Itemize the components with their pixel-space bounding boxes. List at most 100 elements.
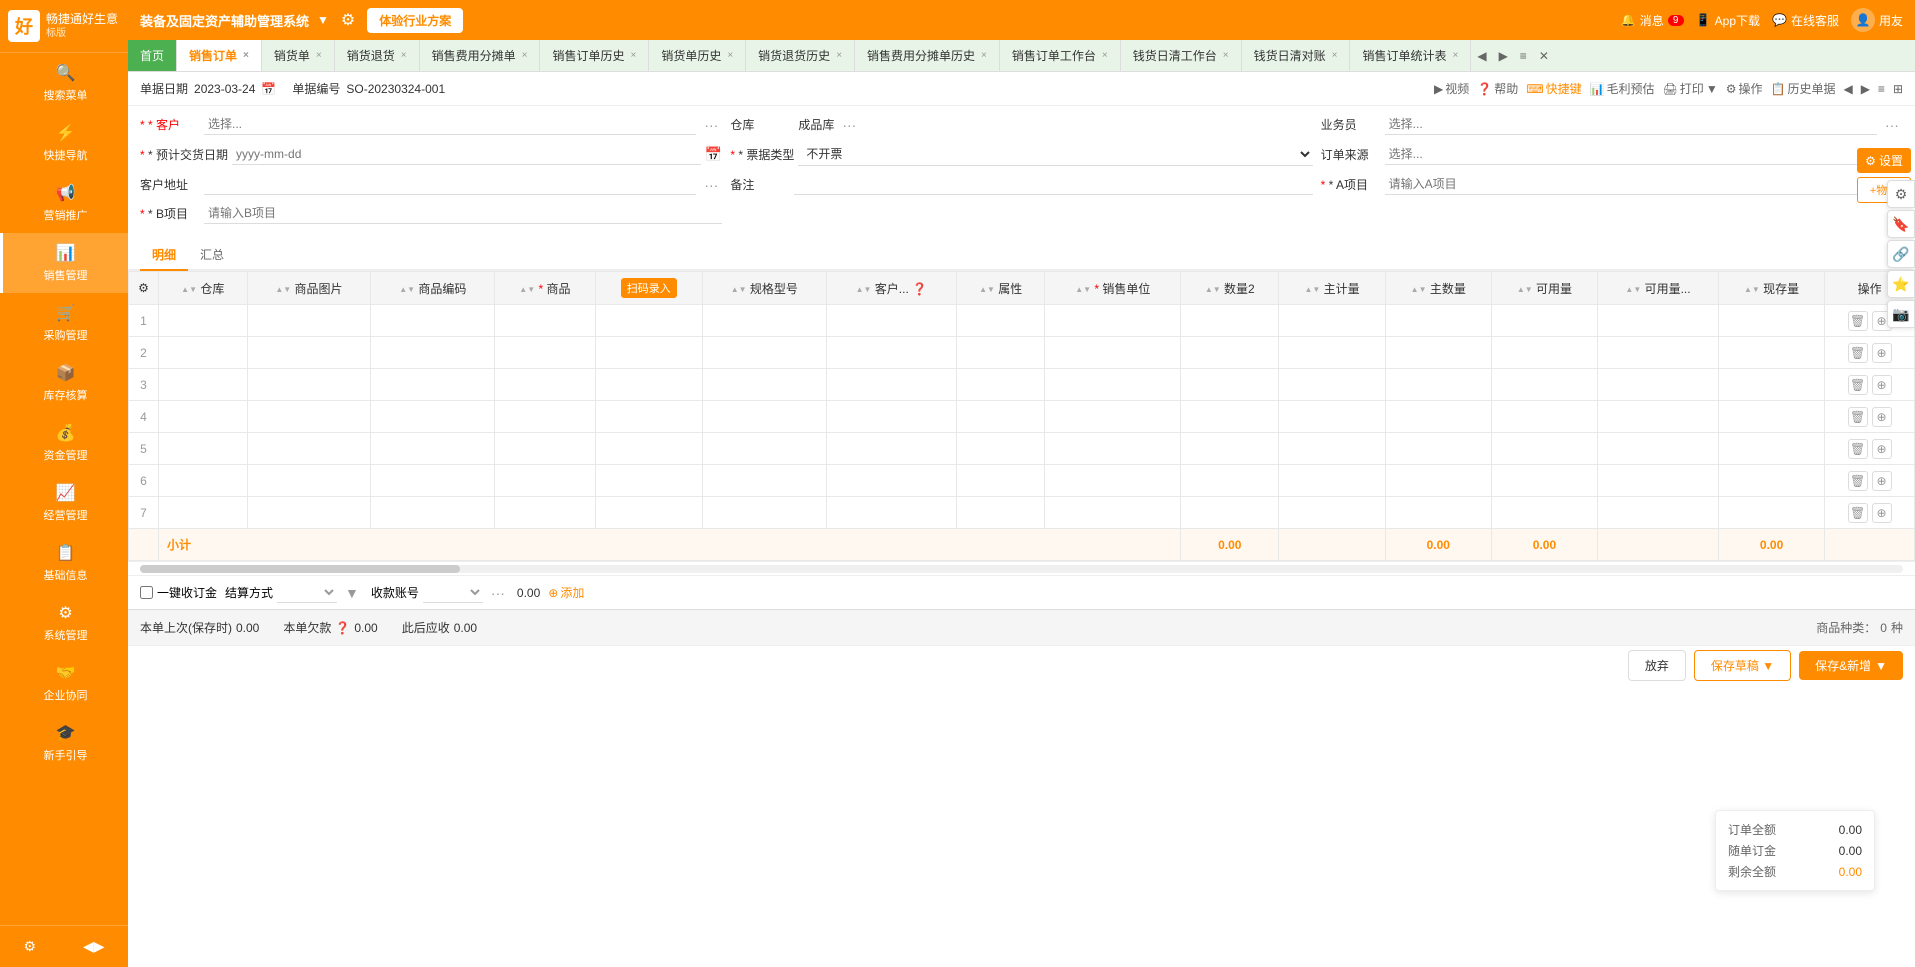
tab-order-workbench[interactable]: 销售订单工作台 × xyxy=(1000,40,1121,72)
profit-action[interactable]: 📊 毛利预估 xyxy=(1590,80,1655,97)
payment-method-select[interactable] xyxy=(277,582,337,603)
tab-prev-btn[interactable]: ◀ xyxy=(1471,40,1492,72)
tab-next-btn[interactable]: ▶ xyxy=(1493,40,1514,72)
quick-checkout-checkbox[interactable] xyxy=(140,586,153,599)
sort-attributes[interactable]: ▲▼ xyxy=(979,285,995,294)
tab-daily-reconciliation[interactable]: 钱货日清对账 × xyxy=(1242,40,1351,72)
tab-close-all-btn[interactable]: ✕ xyxy=(1533,40,1555,72)
grid-view-btn[interactable]: ⊞ xyxy=(1893,82,1903,96)
tab-close-icon[interactable]: × xyxy=(243,50,249,61)
calendar-icon[interactable]: 📅 xyxy=(261,82,276,96)
tab-close-icon-3[interactable]: × xyxy=(401,50,407,61)
sort-code[interactable]: ▲▼ xyxy=(399,285,415,294)
warehouse-more-btn[interactable]: ··· xyxy=(838,117,860,133)
sidebar-item-marketing[interactable]: 📢 营销推广 xyxy=(0,173,128,233)
sort-image[interactable]: ▲▼ xyxy=(275,285,291,294)
row-4-delete-btn[interactable]: 🗑 xyxy=(1848,407,1868,427)
row-1-product[interactable] xyxy=(495,305,595,337)
side-panel-star-btn[interactable]: ⭐ xyxy=(1887,270,1915,298)
save-new-dropdown-icon[interactable]: ▼ xyxy=(1875,659,1887,673)
delivery-calendar-icon[interactable]: 📅 xyxy=(705,146,722,163)
sidebar-item-collaboration[interactable]: 🤝 企业协同 xyxy=(0,653,128,713)
sort-unit[interactable]: ▲▼ xyxy=(1075,285,1091,294)
tab-close-icon-5[interactable]: × xyxy=(630,50,636,61)
message-btn[interactable]: 🔔 消息 9 xyxy=(1621,12,1684,29)
nav-prev-btn[interactable]: ◀ xyxy=(1843,82,1852,96)
row-1-attributes[interactable] xyxy=(956,305,1045,337)
save-draft-button[interactable]: 保存草稿 ▼ xyxy=(1694,650,1791,681)
tab-daily-workbench[interactable]: 钱货日清工作台 × xyxy=(1121,40,1242,72)
help-action[interactable]: ❓ 帮助 xyxy=(1477,80,1518,97)
sort-product[interactable]: ▲▼ xyxy=(519,285,535,294)
sort-main-qty[interactable]: ▲▼ xyxy=(1411,285,1427,294)
staff-input[interactable] xyxy=(1385,114,1877,135)
tab-expense-history[interactable]: 销售费用分摊单历史 × xyxy=(855,40,1000,72)
barcode-scan-btn[interactable]: 扫码录入 xyxy=(621,278,677,298)
row-1-qty2[interactable] xyxy=(1181,305,1279,337)
scrollbar-thumb[interactable] xyxy=(140,565,460,573)
payment-more-btn[interactable]: ▼ xyxy=(341,585,363,601)
tab-close-icon-4[interactable]: × xyxy=(522,50,528,61)
sidebar-item-basic[interactable]: 📋 基础信息 xyxy=(0,533,128,593)
customer-input[interactable] xyxy=(204,114,696,135)
bank-more-btn[interactable]: ··· xyxy=(487,585,509,601)
row-2-copy-btn[interactable]: ⊕ xyxy=(1872,343,1892,363)
row-4-copy-btn[interactable]: ⊕ xyxy=(1872,407,1892,427)
address-more-btn[interactable]: ··· xyxy=(700,177,722,193)
discard-button[interactable]: 放弃 xyxy=(1628,650,1686,681)
sidebar-item-finance[interactable]: 💰 资金管理 xyxy=(0,413,128,473)
row-1-spec[interactable] xyxy=(702,305,826,337)
row-1-main-qty[interactable] xyxy=(1385,305,1491,337)
tab-home[interactable]: 首页 xyxy=(128,40,177,72)
order-source-input[interactable] xyxy=(1385,144,1903,165)
sidebar-item-search[interactable]: 🔍 搜索菜单 xyxy=(0,53,128,113)
row-1-delete-btn[interactable]: 🗑 xyxy=(1848,311,1868,331)
row-2-delete-btn[interactable]: 🗑 xyxy=(1848,343,1868,363)
row-7-copy-btn[interactable]: ⊕ xyxy=(1872,503,1892,523)
sidebar-item-management[interactable]: 📈 经营管理 xyxy=(0,473,128,533)
side-panel-bookmark-btn[interactable]: 🔖 xyxy=(1887,210,1915,238)
sidebar-settings-btn[interactable]: ⚙ xyxy=(19,934,40,959)
tab-sales-order[interactable]: 销售订单 × xyxy=(177,40,262,72)
table-scrollbar[interactable] xyxy=(128,561,1915,575)
shortcut-action[interactable]: ⌨ 快捷键 xyxy=(1526,80,1581,97)
sort-available-qty2[interactable]: ▲▼ xyxy=(1625,285,1641,294)
nav-next-btn[interactable]: ▶ xyxy=(1861,82,1870,96)
sidebar-item-inventory[interactable]: 📦 库存核算 xyxy=(0,353,128,413)
sidebar-collapse-btn[interactable]: ◀▶ xyxy=(79,934,109,959)
tab-more-btn[interactable]: ≡ xyxy=(1514,40,1533,72)
row-3-delete-btn[interactable]: 🗑 xyxy=(1848,375,1868,395)
invoice-type-select[interactable]: 不开票 xyxy=(798,143,1312,166)
tab-return-history[interactable]: 销货退货历史 × xyxy=(746,40,855,72)
online-service-btn[interactable]: 💬 在线客服 xyxy=(1772,12,1839,29)
print-action[interactable]: 🖨 打印 ▼ xyxy=(1663,80,1718,97)
solution-button[interactable]: 体验行业方案 xyxy=(367,8,463,33)
row-1-code[interactable] xyxy=(371,305,495,337)
row-1-warehouse[interactable] xyxy=(159,305,248,337)
sort-available-qty[interactable]: ▲▼ xyxy=(1517,285,1533,294)
tab-invoice-history[interactable]: 销货单历史 × xyxy=(649,40,746,72)
tab-close-icon-8[interactable]: × xyxy=(981,50,987,61)
b-project-input[interactable] xyxy=(204,203,722,224)
sort-qty2[interactable]: ▲▼ xyxy=(1205,285,1221,294)
view-action[interactable]: ▶ 视频 xyxy=(1434,80,1469,97)
list-view-btn[interactable]: ≡ xyxy=(1878,82,1885,96)
row-5-delete-btn[interactable]: 🗑 xyxy=(1848,439,1868,459)
row-1-unit[interactable] xyxy=(1045,305,1181,337)
row-3-copy-btn[interactable]: ⊕ xyxy=(1872,375,1892,395)
row-2-warehouse[interactable] xyxy=(159,337,248,369)
tab-sales-return[interactable]: 销货退货 × xyxy=(335,40,420,72)
sort-stock-qty[interactable]: ▲▼ xyxy=(1744,285,1760,294)
operations-action[interactable]: ⚙ 操作 xyxy=(1726,80,1763,97)
history-action[interactable]: 📋 历史单据 xyxy=(1770,80,1835,97)
app-download-btn[interactable]: 📱 App下载 xyxy=(1696,12,1760,29)
a-project-input[interactable] xyxy=(1385,174,1903,195)
tab-sales-expense[interactable]: 销售费用分摊单 × xyxy=(420,40,541,72)
row-6-delete-btn[interactable]: 🗑 xyxy=(1848,471,1868,491)
settings-btn[interactable]: ⚙ 设置 xyxy=(1857,148,1911,173)
system-dropdown[interactable]: ▼ xyxy=(317,13,329,27)
tab-close-icon-11[interactable]: × xyxy=(1332,50,1338,61)
tab-close-icon-12[interactable]: × xyxy=(1452,50,1458,61)
customer-address-input[interactable] xyxy=(204,174,696,195)
sort-customer-code[interactable]: ▲▼ xyxy=(856,285,872,294)
